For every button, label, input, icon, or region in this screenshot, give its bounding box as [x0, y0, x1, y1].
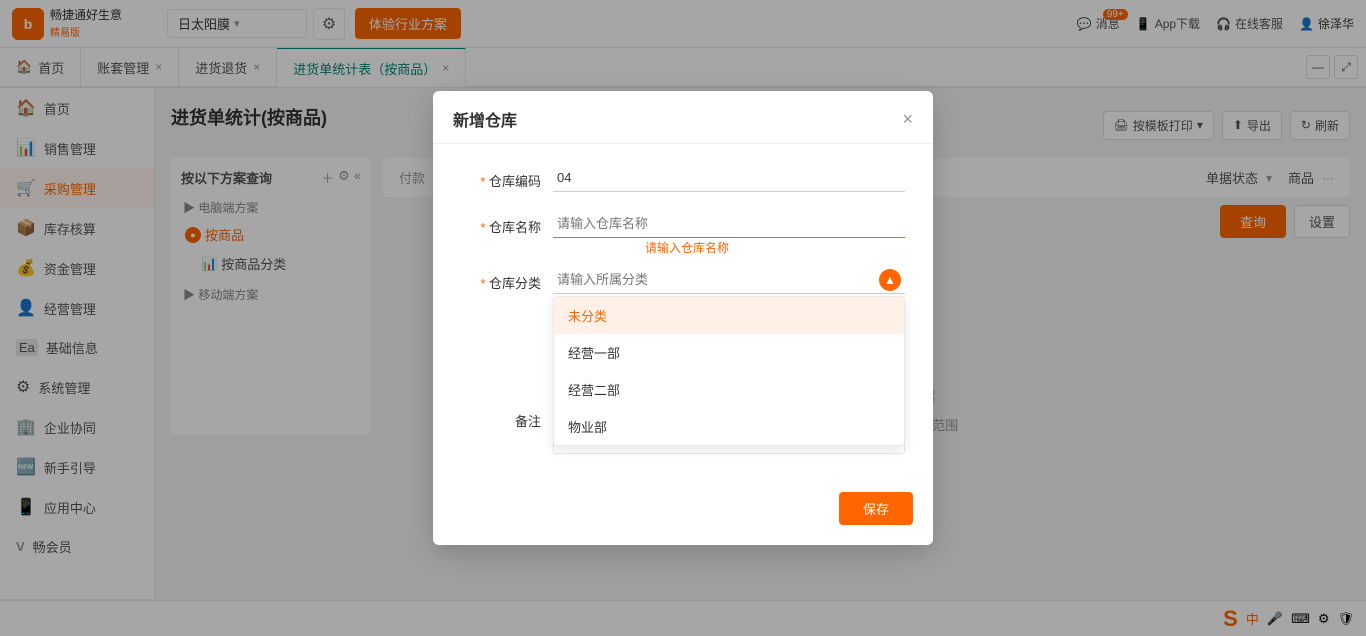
category-dropdown-list: 未分类 经营一部 经营二部 物业部 — [553, 296, 905, 446]
warehouse-name-input[interactable] — [553, 210, 905, 238]
warehouse-code-label: 仓库编码 — [461, 164, 541, 190]
dropdown-item-dept3[interactable]: 物业部 — [554, 408, 904, 445]
category-dropdown-toggle[interactable]: ▲ — [879, 269, 901, 291]
modal-title: 新增仓库 — [453, 107, 517, 131]
new-warehouse-modal: 新增仓库 × 仓库编码 仓库名称 请输入仓库名称 仓库分类 — [433, 91, 933, 545]
modal-footer: 保存 — [433, 482, 933, 545]
warehouse-category-label: 仓库分类 — [461, 266, 541, 292]
warehouse-name-label: 仓库名称 — [461, 210, 541, 236]
warehouse-name-wrap: 请输入仓库名称 — [553, 210, 905, 238]
warehouse-name-row: 仓库名称 请输入仓库名称 — [461, 210, 905, 238]
warehouse-category-input[interactable] — [553, 266, 905, 294]
save-button[interactable]: 保存 — [839, 492, 913, 525]
warehouse-category-row: 仓库分类 ▲ 未分类 经营一部 经营二部 物业部 — [461, 266, 905, 294]
dropdown-item-dept2[interactable]: 经营二部 — [554, 371, 904, 408]
modal-overlay: 新增仓库 × 仓库编码 仓库名称 请输入仓库名称 仓库分类 — [0, 0, 1366, 636]
modal-body: 仓库编码 仓库名称 请输入仓库名称 仓库分类 ▲ 未分类 — [433, 144, 933, 482]
warehouse-remark-label: 备注 — [461, 404, 541, 430]
dropdown-item-dept1[interactable]: 经营一部 — [554, 334, 904, 371]
modal-header: 新增仓库 × — [433, 91, 933, 144]
warehouse-name-error: 请输入仓库名称 — [645, 239, 729, 256]
warehouse-code-input[interactable] — [553, 164, 905, 192]
warehouse-code-row: 仓库编码 — [461, 164, 905, 192]
warehouse-category-wrap: ▲ 未分类 经营一部 经营二部 物业部 — [553, 266, 905, 294]
dropdown-item-uncategorized[interactable]: 未分类 — [554, 297, 904, 334]
modal-close-button[interactable]: × — [902, 110, 913, 128]
